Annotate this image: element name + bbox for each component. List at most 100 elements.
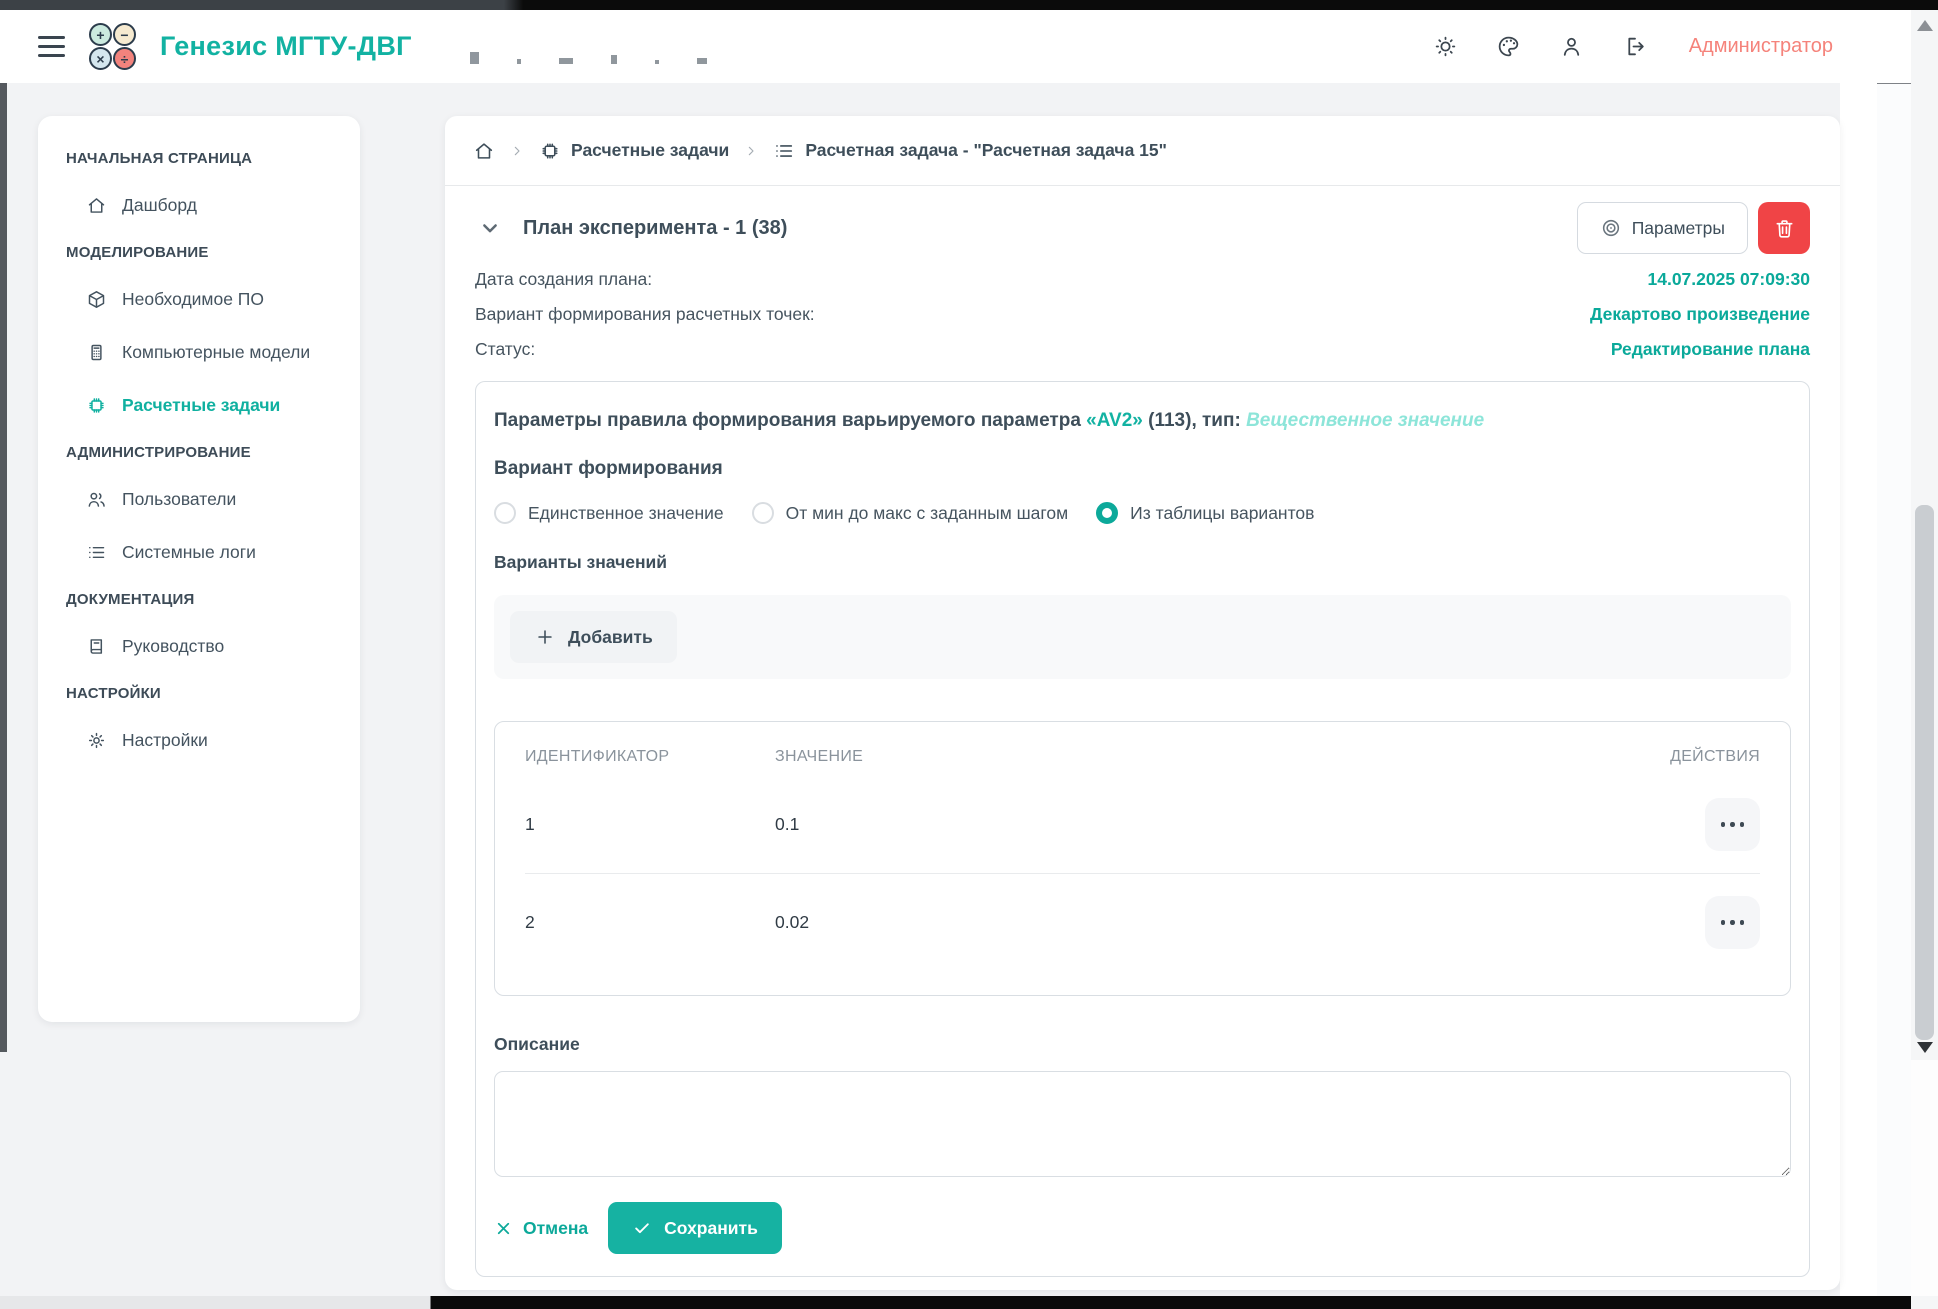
app-header: + − × ÷ Генезис МГТУ-ДВГ Администратор [0,10,1911,83]
list-icon [773,140,795,162]
logout-icon[interactable] [1622,34,1647,59]
sidebar-item-software[interactable]: Необходимое ПО [38,273,360,326]
chevron-down-icon[interactable] [475,213,505,243]
info-row-variant: Вариант формирования расчетных точек: Де… [475,297,1810,332]
scroll-up-arrow-icon[interactable] [1917,20,1933,31]
sidebar-item-calc-tasks[interactable]: Расчетные задачи [38,379,360,432]
radio-label: Единственное значение [528,502,724,523]
sidebar-section-documentation: ДОКУМЕНТАЦИЯ [66,591,195,608]
logo-divide-icon: ÷ [113,47,136,70]
cube-icon [86,289,107,310]
variant-heading: Вариант формирования [494,458,723,479]
breadcrumb-label: Расчетные задачи [571,140,730,160]
chevron-right-icon [509,143,525,159]
page-scrollbar[interactable] [1911,10,1938,1309]
values-table-header: ИДЕНТИФИКАТОР ЗНАЧЕНИЕ ДЕЙСТВИЯ [525,742,1760,776]
calculator-icon [86,342,107,363]
info-label: Вариант формирования расчетных точек: [475,304,815,324]
menu-hamburger-icon[interactable] [38,36,65,57]
sidebar-section-administration: АДМИНИСТРИРОВАНИЕ [66,444,251,461]
sidebar-section-modeling: МОДЕЛИРОВАНИЕ [66,244,209,261]
radio-circle-icon [751,502,774,524]
info-label: Статус: [475,339,536,359]
sidebar-item-label: Пользователи [122,489,237,509]
list-icon [86,542,107,563]
info-value: 14.07.2025 07:09:30 [1647,269,1811,289]
parameter-type: Вещественное значение [1246,410,1485,431]
sidebar: НАЧАЛЬНАЯ СТРАНИЦА Дашборд МОДЕЛИРОВАНИЕ… [38,116,360,1022]
add-button-label: Добавить [568,626,653,647]
description-textarea[interactable] [494,1071,1791,1177]
radio-min-max-step[interactable]: От мин до макс с заданным шагом [751,502,1069,524]
sidebar-item-manual[interactable]: Руководство [38,620,360,673]
column-header-id: ИДЕНТИФИКАТОР [525,748,670,765]
parameter-name: «AV2» [1086,410,1143,431]
row-value: 0.1 [775,814,800,834]
sidebar-item-label: Настройки [122,730,208,750]
sidebar-section-settings: НАСТРОЙКИ [66,685,161,702]
page-scrollbar-thumb[interactable] [1915,505,1934,1040]
current-role-label[interactable]: Администратор [1689,35,1833,58]
user-icon[interactable] [1559,34,1584,59]
app-title: Генезис МГТУ-ДВГ [160,31,412,61]
sidebar-item-label: Компьютерные модели [122,342,311,362]
rule-title-prefix: Параметры правила формирования варьируем… [494,410,1087,431]
parameter-rule-card: Параметры правила формирования варьируем… [475,381,1810,1277]
info-value: Редактирование плана [1610,339,1810,359]
save-button-label: Сохранить [664,1217,758,1238]
palette-icon[interactable] [1496,34,1521,59]
row-actions-button[interactable] [1705,896,1760,949]
window-top-strip [0,0,1938,10]
plan-title: План эксперимента - 1 (38) [523,216,788,239]
theme-sun-icon[interactable] [1433,34,1458,59]
save-button[interactable]: Сохранить [608,1202,782,1254]
card-footer: Отмена Сохранить [494,1202,1791,1254]
parameters-button[interactable]: Параметры [1576,202,1748,254]
row-actions-button[interactable] [1705,798,1760,851]
row-id: 2 [525,912,535,932]
sidebar-item-settings[interactable]: Настройки [38,714,360,767]
header-left: + − × ÷ Генезис МГТУ-ДВГ [0,23,412,70]
radio-from-table[interactable]: Из таблицы вариантов [1096,502,1314,524]
logo-multiply-icon: × [89,47,112,70]
scroll-down-arrow-icon[interactable] [1917,1042,1933,1053]
radio-label: От мин до макс с заданным шагом [785,502,1069,523]
cancel-button-label: Отмена [523,1217,589,1238]
breadcrumb-calc-tasks[interactable]: Расчетные задачи [539,140,729,162]
eye-icon [1600,217,1622,239]
window-left-edge [0,62,7,1052]
sidebar-item-label: Дашборд [122,195,197,215]
info-label: Дата создания плана: [475,269,653,289]
inner-scrollbar[interactable] [1877,10,1911,1296]
sidebar-item-label: Системные логи [122,542,256,562]
row-value: 0.02 [775,912,810,932]
chip-icon [539,140,561,162]
home-icon [86,195,107,216]
logo-minus-icon: − [113,23,136,46]
sidebar-item-dashboard[interactable]: Дашборд [38,179,360,232]
radio-circle-selected-icon [1096,502,1119,524]
scrollbar-track [1911,1060,1938,1296]
rule-card-title: Параметры правила формирования варьируем… [494,408,1791,434]
sidebar-item-computer-models[interactable]: Компьютерные модели [38,326,360,379]
add-value-button[interactable]: Добавить [510,611,677,663]
radio-single-value[interactable]: Единственное значение [494,502,724,524]
values-table: ИДЕНТИФИКАТОР ЗНАЧЕНИЕ ДЕЙСТВИЯ 1 0.1 2 … [494,721,1791,996]
ellipsis-icon [1720,822,1726,827]
column-header-value: ЗНАЧЕНИЕ [775,748,864,765]
cancel-button[interactable]: Отмена [494,1218,588,1239]
delete-plan-button[interactable] [1758,202,1810,254]
logo-plus-icon: + [89,23,112,46]
row-id: 1 [525,814,535,834]
plan-info: Дата создания плана: 14.07.2025 07:09:30… [475,262,1810,367]
gear-icon [86,730,107,751]
sidebar-item-users[interactable]: Пользователи [38,473,360,526]
book-icon [86,636,107,657]
table-row: 1 0.1 [525,776,1760,873]
chip-icon [86,395,107,416]
home-icon[interactable] [473,140,495,162]
check-icon [632,1218,652,1238]
breadcrumb-current-task[interactable]: Расчетная задача - "Расчетная задача 15" [773,140,1167,162]
sidebar-section-start: НАЧАЛЬНАЯ СТРАНИЦА [66,150,253,167]
sidebar-item-system-logs[interactable]: Системные логи [38,526,360,579]
